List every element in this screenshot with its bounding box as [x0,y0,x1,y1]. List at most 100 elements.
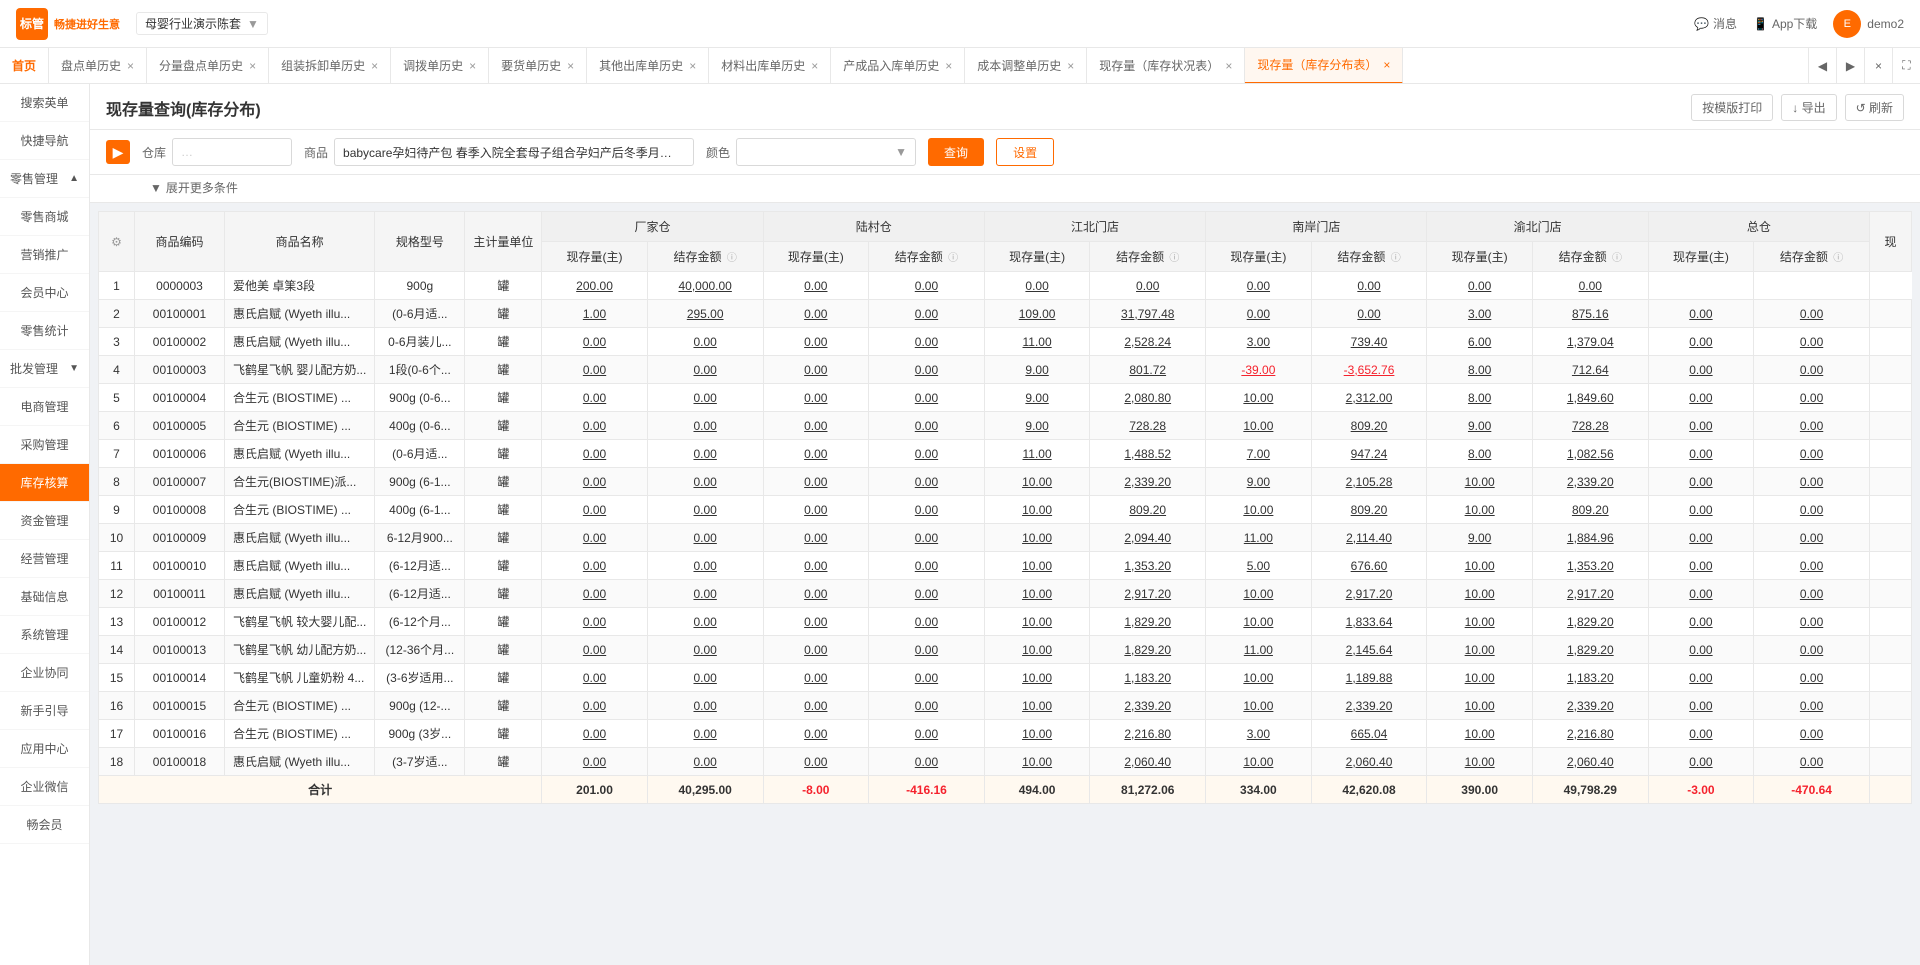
sidebar-item-finance[interactable]: 资金管理 [0,502,89,540]
cell-val: 10.00 [1427,468,1532,496]
tab-3[interactable]: 组装拆卸单历史 × [269,48,391,84]
table-row: 800100007合生元(BIOSTIME)派...900g (6-1...罐0… [99,468,1912,496]
cell-current [1870,356,1912,384]
cell-num: 4 [99,356,135,384]
goods-input[interactable]: babycare孕妇待产包 春季入院全套母子组合孕妇产后冬季月子用品 22件套 … [334,138,694,166]
tab-7[interactable]: 材料出库单历史 × [709,48,831,84]
cell-val: 8.00 [1427,356,1532,384]
sidebar-item-search[interactable]: 搜索英单 [0,84,89,122]
sidebar-item-operations[interactable]: 经营管理 [0,540,89,578]
app-download-btn[interactable]: 📱 App下载 [1753,15,1817,32]
table-row: 1700100016合生元 (BIOSTIME) ...900g (3岁...罐… [99,720,1912,748]
sidebar-item-member[interactable]: 会员中心 [0,274,89,312]
close-icon[interactable]: × [1225,59,1232,73]
th-settings[interactable]: ⚙ [99,212,135,272]
cell-current [1754,272,1870,300]
tab-5[interactable]: 要货单历史 × [489,48,587,84]
sidebar-item-retail[interactable]: 零售管理 ▲ [0,160,89,198]
cell-val: 1.00 [542,300,647,328]
cell-val: 10.00 [984,748,1089,776]
filter-expand-btn[interactable]: ▶ [106,140,130,164]
close-icon[interactable]: × [127,59,134,73]
cell-val: 9.00 [984,384,1089,412]
close-icon[interactable]: × [811,59,818,73]
sidebar-item-inventory[interactable]: 库存核算 [0,464,89,502]
warehouse-input[interactable]: … [172,138,292,166]
cell-val: 712.64 [1532,356,1648,384]
tab-11[interactable]: 现存量（库存分布表） × [1245,48,1403,84]
tab-4[interactable]: 调拨单历史 × [391,48,489,84]
sidebar-item-collab[interactable]: 企业协同 [0,654,89,692]
sidebar-item-retail-stats[interactable]: 零售统计 [0,312,89,350]
sidebar-item-retail-shop[interactable]: 零售商城 [0,198,89,236]
sidebar-item-vip[interactable]: 畅会员 [0,806,89,844]
cell-val: 0.00 [1754,384,1870,412]
cell-num: 16 [99,692,135,720]
close-icon[interactable]: × [1067,59,1074,73]
query-button[interactable]: 查询 [928,138,984,166]
cell-current [1870,748,1912,776]
sidebar-item-marketing[interactable]: 营销推广 [0,236,89,274]
cell-val: 1,183.20 [1090,664,1206,692]
sidebar-item-basic[interactable]: 基础信息 [0,578,89,616]
cell-val: 2,339.20 [1090,692,1206,720]
print-button[interactable]: 按模版打印 [1691,94,1773,121]
close-icon[interactable]: × [469,59,476,73]
nav-next-btn[interactable]: ▶ [1836,48,1864,84]
cell-val: 1,082.56 [1532,440,1648,468]
sidebar-item-wechat[interactable]: 企业微信 [0,768,89,806]
cell-val: 0.00 [647,692,763,720]
sum-f-stock: 201.00 [542,776,647,804]
nav-fullscreen-btn[interactable]: ⛶ [1892,48,1920,84]
cell-spec: 6-12月900... [375,524,465,552]
table-row: 1100100010惠氏启赋 (Wyeth illu...(6-12月适...罐… [99,552,1912,580]
tab-home[interactable]: 首页 [0,48,49,84]
sidebar-item-nav[interactable]: 快捷导航 [0,122,89,160]
user-area[interactable]: E demo2 [1833,10,1904,38]
cell-val: 200.00 [542,272,647,300]
th-f-amount: 结存金额 ⓘ [647,242,763,272]
cell-val: 0.00 [868,412,984,440]
sidebar-item-guide[interactable]: 新手引导 [0,692,89,730]
cell-name: 合生元 (BIOSTIME) ... [225,720,375,748]
close-icon[interactable]: × [249,59,256,73]
tab-6[interactable]: 其他出库单历史 × [587,48,709,84]
cell-val: 0.00 [1754,552,1870,580]
cell-val: 947.24 [1311,440,1427,468]
nav-close-btn[interactable]: × [1864,48,1892,84]
cell-val: 0.00 [868,300,984,328]
sidebar-item-purchase[interactable]: 采购管理 [0,426,89,464]
sidebar-item-apps[interactable]: 应用中心 [0,730,89,768]
export-button[interactable]: ↓ 导出 [1781,94,1836,121]
tab-9[interactable]: 成本调整单历史 × [965,48,1087,84]
sidebar-item-ecommerce[interactable]: 电商管理 [0,388,89,426]
industry-dropdown[interactable]: 母婴行业演示陈套 ▼ [136,12,268,35]
color-input[interactable]: ▼ [736,138,916,166]
cell-num: 10 [99,524,135,552]
close-icon[interactable]: × [945,59,952,73]
cell-val: 11.00 [984,440,1089,468]
cell-code: 00100014 [135,664,225,692]
sum-j-amount: 81,272.06 [1090,776,1206,804]
tab-10[interactable]: 现存量（库存状况表） × [1087,48,1245,84]
tab-2[interactable]: 分量盘点单历史 × [147,48,269,84]
refresh-button[interactable]: ↺ 刷新 [1845,94,1904,121]
setting-button[interactable]: 设置 [996,138,1054,166]
close-icon[interactable]: × [689,59,696,73]
close-icon[interactable]: × [567,59,574,73]
close-icon[interactable]: × [1383,58,1390,72]
table-row: 400100003飞鹤星飞帆 婴儿配方奶...1段(0-6个...罐0.000.… [99,356,1912,384]
sum-t-amount: -470.64 [1754,776,1870,804]
nav-prev-btn[interactable]: ◀ [1808,48,1836,84]
info-icon: ⓘ [1833,253,1843,264]
summary-row: 合计 201.00 40,295.00 -8.00 -416.16 494.00… [99,776,1912,804]
tab-8[interactable]: 产成品入库单历史 × [831,48,965,84]
cell-name: 惠氏启赋 (Wyeth illu... [225,552,375,580]
sidebar-item-system[interactable]: 系统管理 [0,616,89,654]
expand-more-btn[interactable]: ▼ 展开更多条件 [150,179,1904,196]
close-icon[interactable]: × [371,59,378,73]
message-btn[interactable]: 💬 消息 [1694,15,1737,32]
sidebar-item-wholesale[interactable]: 批发管理 ▼ [0,350,89,388]
tab-1[interactable]: 盘点单历史 × [49,48,147,84]
table-container[interactable]: ⚙ 商品编码 商品名称 规格型号 主计量单位 厂家仓 陆村仓 江北门店 南岸门店… [90,203,1920,965]
